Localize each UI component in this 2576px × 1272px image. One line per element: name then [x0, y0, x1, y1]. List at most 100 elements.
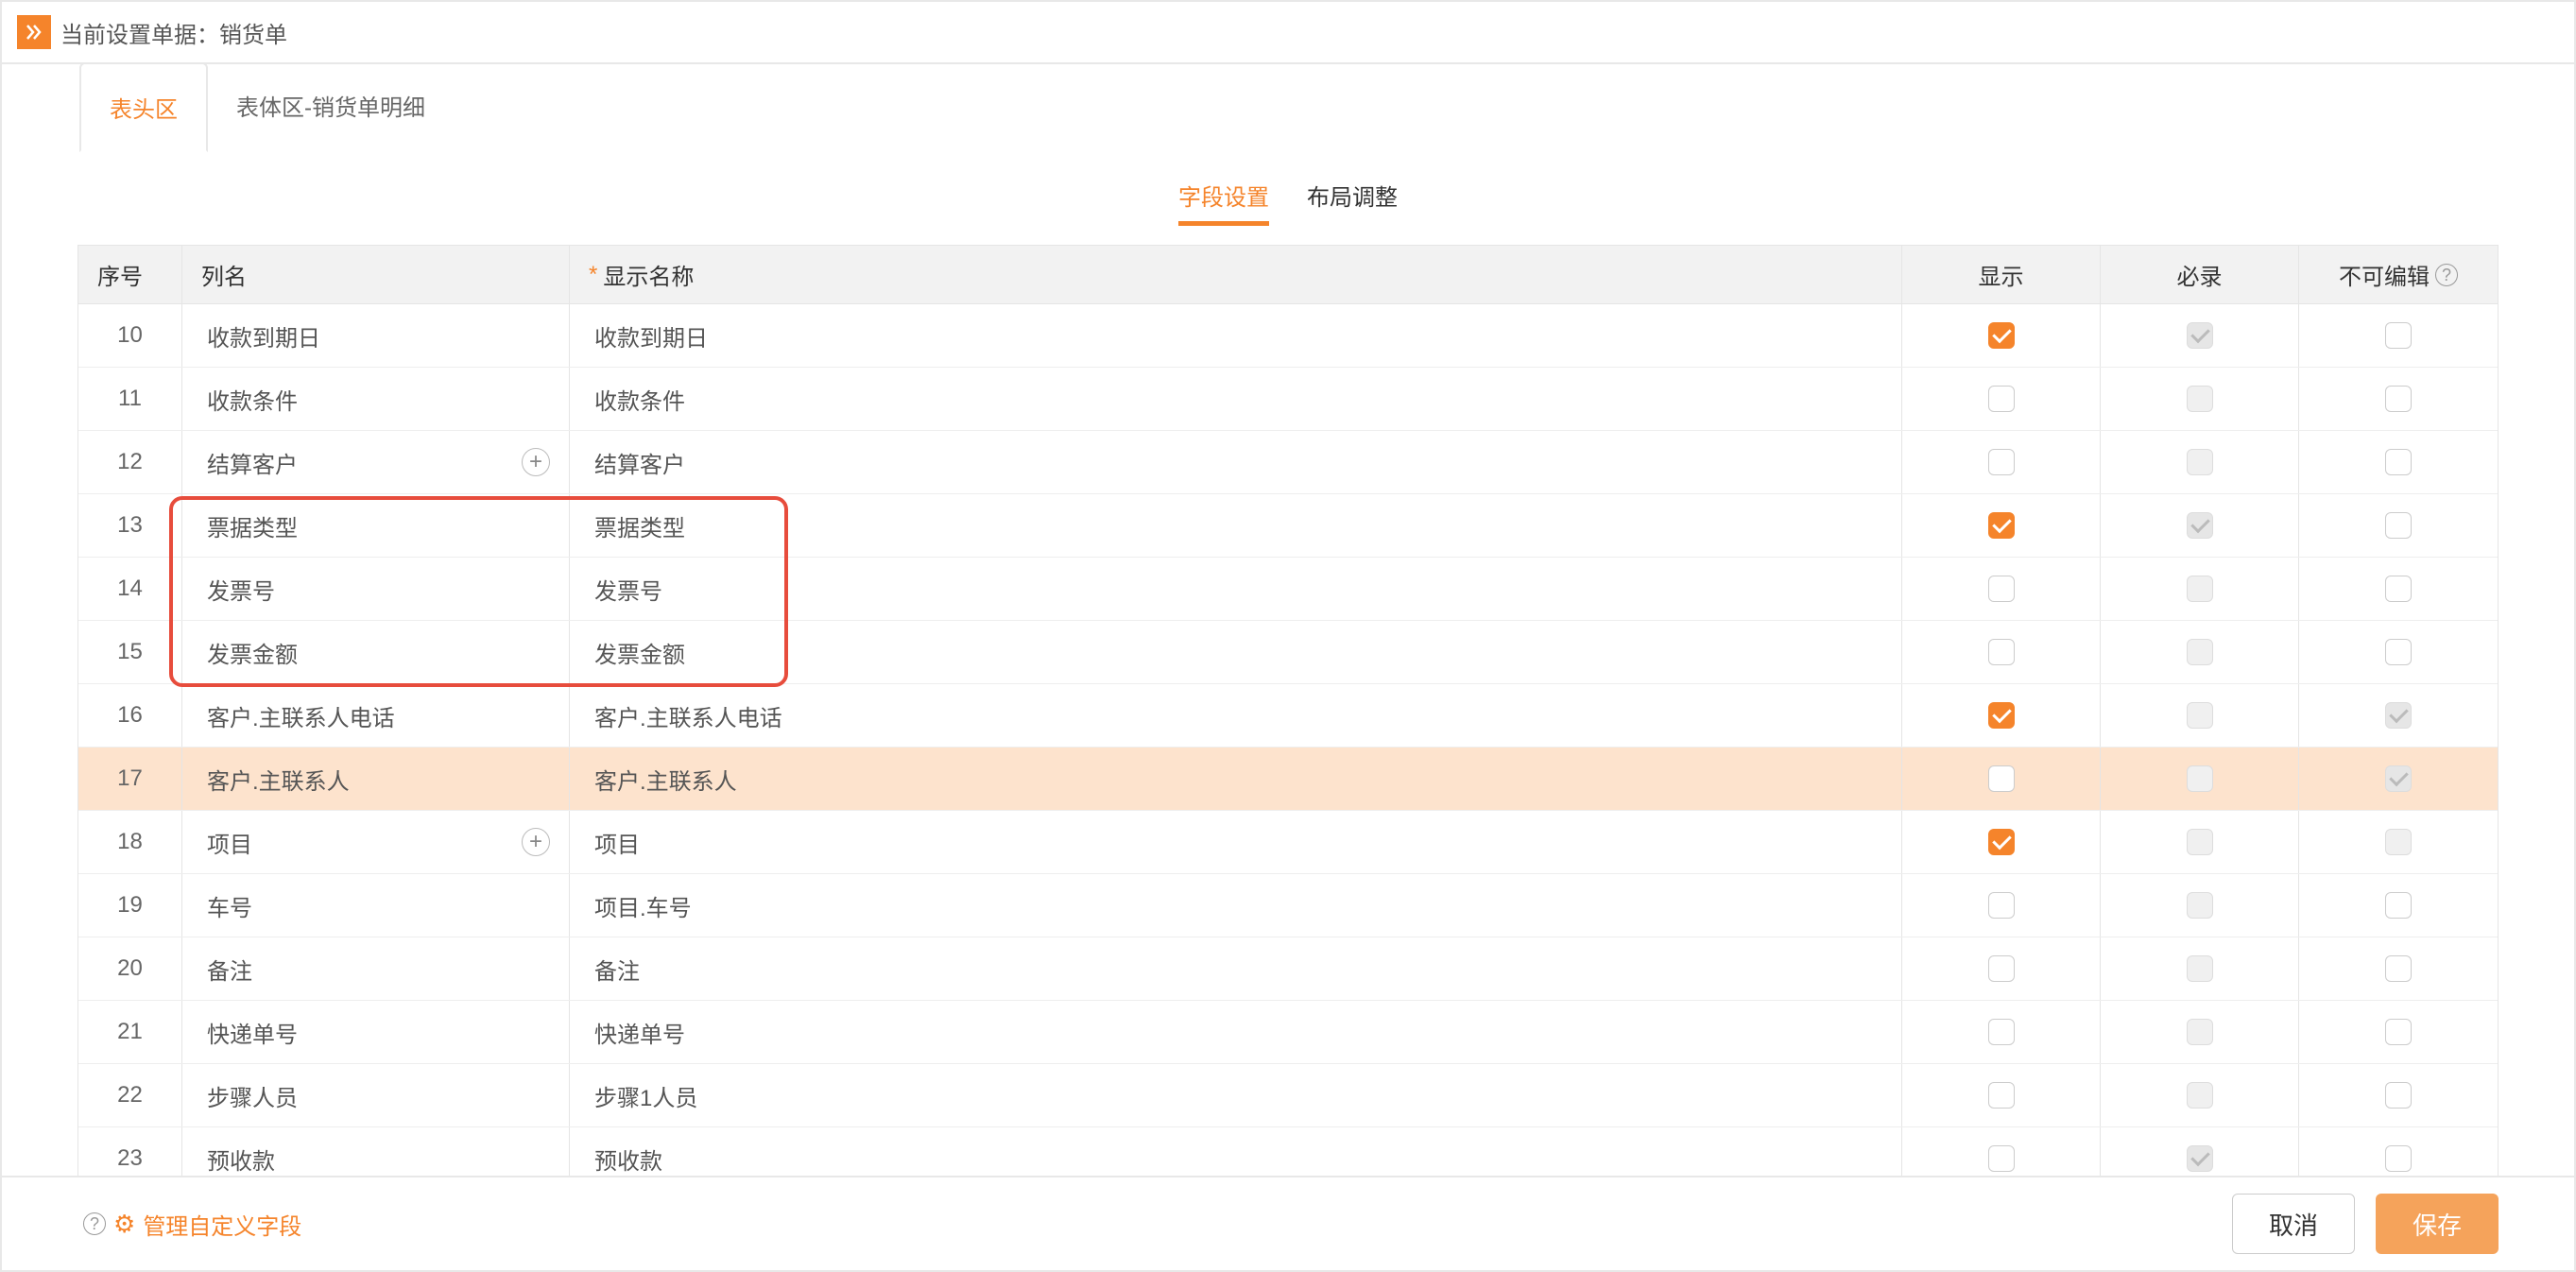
cell-no-edit [2299, 811, 2498, 873]
cell-seq: 10 [78, 304, 182, 367]
col-name-text: 车号 [207, 889, 252, 922]
checkbox-show[interactable] [1988, 1019, 2015, 1045]
table-row: 22 步骤人员 步骤1人员 [78, 1064, 2498, 1127]
checkbox-show[interactable] [1988, 892, 2015, 919]
header-no-edit: 不可编辑 ? [2299, 246, 2498, 303]
cell-col-name: 收款到期日 [182, 304, 570, 367]
cell-display-name[interactable]: 客户.主联系人电话 [570, 684, 1902, 747]
checkbox-show[interactable] [1988, 576, 2015, 602]
cancel-button[interactable]: 取消 [2232, 1194, 2355, 1254]
header-display-name: * 显示名称 [570, 246, 1902, 303]
checkbox-no-edit[interactable] [2385, 639, 2412, 665]
cell-display-name[interactable]: 项目 [570, 811, 1902, 873]
tab-0[interactable]: 表头区 [79, 62, 208, 152]
cell-display-name[interactable]: 项目.车号 [570, 874, 1902, 937]
sub-tabs: 字段设置布局调整 [2, 152, 2574, 245]
checkbox-no-edit[interactable] [2385, 1082, 2412, 1109]
cell-required [2101, 874, 2299, 937]
checkbox-no-edit [2385, 829, 2412, 855]
checkbox-show[interactable] [1988, 386, 2015, 412]
checkbox-no-edit[interactable] [2385, 386, 2412, 412]
checkbox-show[interactable] [1988, 829, 2015, 855]
cell-display-name[interactable]: 步骤1人员 [570, 1064, 1902, 1126]
col-name-text: 结算客户 [207, 446, 298, 479]
cell-display-name[interactable]: 结算客户 [570, 431, 1902, 493]
checkbox-required [2187, 1145, 2213, 1172]
checkbox-no-edit[interactable] [2385, 322, 2412, 349]
checkbox-show[interactable] [1988, 955, 2015, 982]
cell-required [2101, 937, 2299, 1000]
cell-display-name[interactable]: 发票金额 [570, 621, 1902, 683]
expand-sidebar-button[interactable] [17, 15, 51, 49]
cell-display-name[interactable]: 备注 [570, 937, 1902, 1000]
cell-seq: 20 [78, 937, 182, 1000]
cell-seq: 18 [78, 811, 182, 873]
checkbox-show[interactable] [1988, 322, 2015, 349]
table-row: 14发票号发票号 [78, 558, 2498, 621]
header-bar: 当前设置单据：销货单 [2, 2, 2574, 64]
subtab-0[interactable]: 字段设置 [1178, 179, 1269, 226]
subtab-1[interactable]: 布局调整 [1307, 179, 1398, 226]
col-name-text: 收款条件 [207, 383, 298, 416]
cell-col-name: 发票金额 [182, 621, 570, 683]
cell-col-name: 发票号 [182, 558, 570, 620]
tab-1[interactable]: 表体区-销货单明细 [208, 62, 454, 152]
cell-display-name[interactable]: 收款到期日 [570, 304, 1902, 367]
checkbox-required [2187, 576, 2213, 602]
cell-seq: 21 [78, 1001, 182, 1063]
help-icon[interactable]: ? [2435, 264, 2458, 286]
manage-custom-fields-link[interactable]: 管理自定义字段 [143, 1208, 301, 1241]
cell-seq: 14 [78, 558, 182, 620]
col-name-text: 步骤人员 [207, 1079, 298, 1112]
cell-seq: 13 [78, 494, 182, 557]
checkbox-no-edit[interactable] [2385, 1019, 2412, 1045]
required-star-icon: * [589, 262, 597, 288]
gear-icon: ⚙ [113, 1210, 135, 1239]
cell-show [1902, 684, 2101, 747]
checkbox-show[interactable] [1988, 1082, 2015, 1109]
checkbox-show[interactable] [1988, 639, 2015, 665]
save-button[interactable]: 保存 [2376, 1194, 2499, 1254]
cell-required [2101, 1064, 2299, 1126]
checkbox-no-edit [2385, 702, 2412, 729]
cell-display-name[interactable]: 快递单号 [570, 1001, 1902, 1063]
checkbox-show[interactable] [1988, 1145, 2015, 1172]
checkbox-show[interactable] [1988, 449, 2015, 475]
field-table: 序号 列名 * 显示名称 显示 必录 不可编辑 ? 10收款到期日收款到期日11… [77, 245, 2499, 1192]
checkbox-no-edit [2385, 765, 2412, 792]
cell-display-name[interactable]: 发票号 [570, 558, 1902, 620]
table-row: 16客户.主联系人电话客户.主联系人电话 [78, 684, 2498, 748]
cell-col-name: 备注 [182, 937, 570, 1000]
checkbox-no-edit[interactable] [2385, 512, 2412, 539]
col-name-text: 客户.主联系人电话 [207, 699, 395, 732]
header-seq: 序号 [78, 246, 182, 303]
cell-display-name[interactable]: 客户.主联系人 [570, 748, 1902, 810]
table-row: 15发票金额发票金额 [78, 621, 2498, 684]
checkbox-no-edit[interactable] [2385, 955, 2412, 982]
col-name-text: 客户.主联系人 [207, 763, 350, 796]
cell-seq: 22 [78, 1064, 182, 1126]
cell-seq: 12 [78, 431, 182, 493]
checkbox-required [2187, 639, 2213, 665]
checkbox-no-edit[interactable] [2385, 1145, 2412, 1172]
footer-help-icon[interactable]: ? [83, 1212, 106, 1235]
checkbox-show[interactable] [1988, 765, 2015, 792]
header-show: 显示 [1902, 246, 2101, 303]
cell-no-edit [2299, 748, 2498, 810]
cell-show [1902, 874, 2101, 937]
add-field-button[interactable]: + [522, 448, 550, 476]
cell-display-name[interactable]: 票据类型 [570, 494, 1902, 557]
checkbox-no-edit[interactable] [2385, 576, 2412, 602]
cell-required [2101, 368, 2299, 430]
checkbox-show[interactable] [1988, 702, 2015, 729]
cell-seq: 17 [78, 748, 182, 810]
area-tabs: 表头区表体区-销货单明细 [2, 62, 2574, 152]
checkbox-no-edit[interactable] [2385, 449, 2412, 475]
cell-required [2101, 748, 2299, 810]
checkbox-no-edit[interactable] [2385, 892, 2412, 919]
checkbox-show[interactable] [1988, 512, 2015, 539]
add-field-button[interactable]: + [522, 828, 550, 856]
cell-show [1902, 937, 2101, 1000]
checkbox-required [2187, 512, 2213, 539]
cell-display-name[interactable]: 收款条件 [570, 368, 1902, 430]
